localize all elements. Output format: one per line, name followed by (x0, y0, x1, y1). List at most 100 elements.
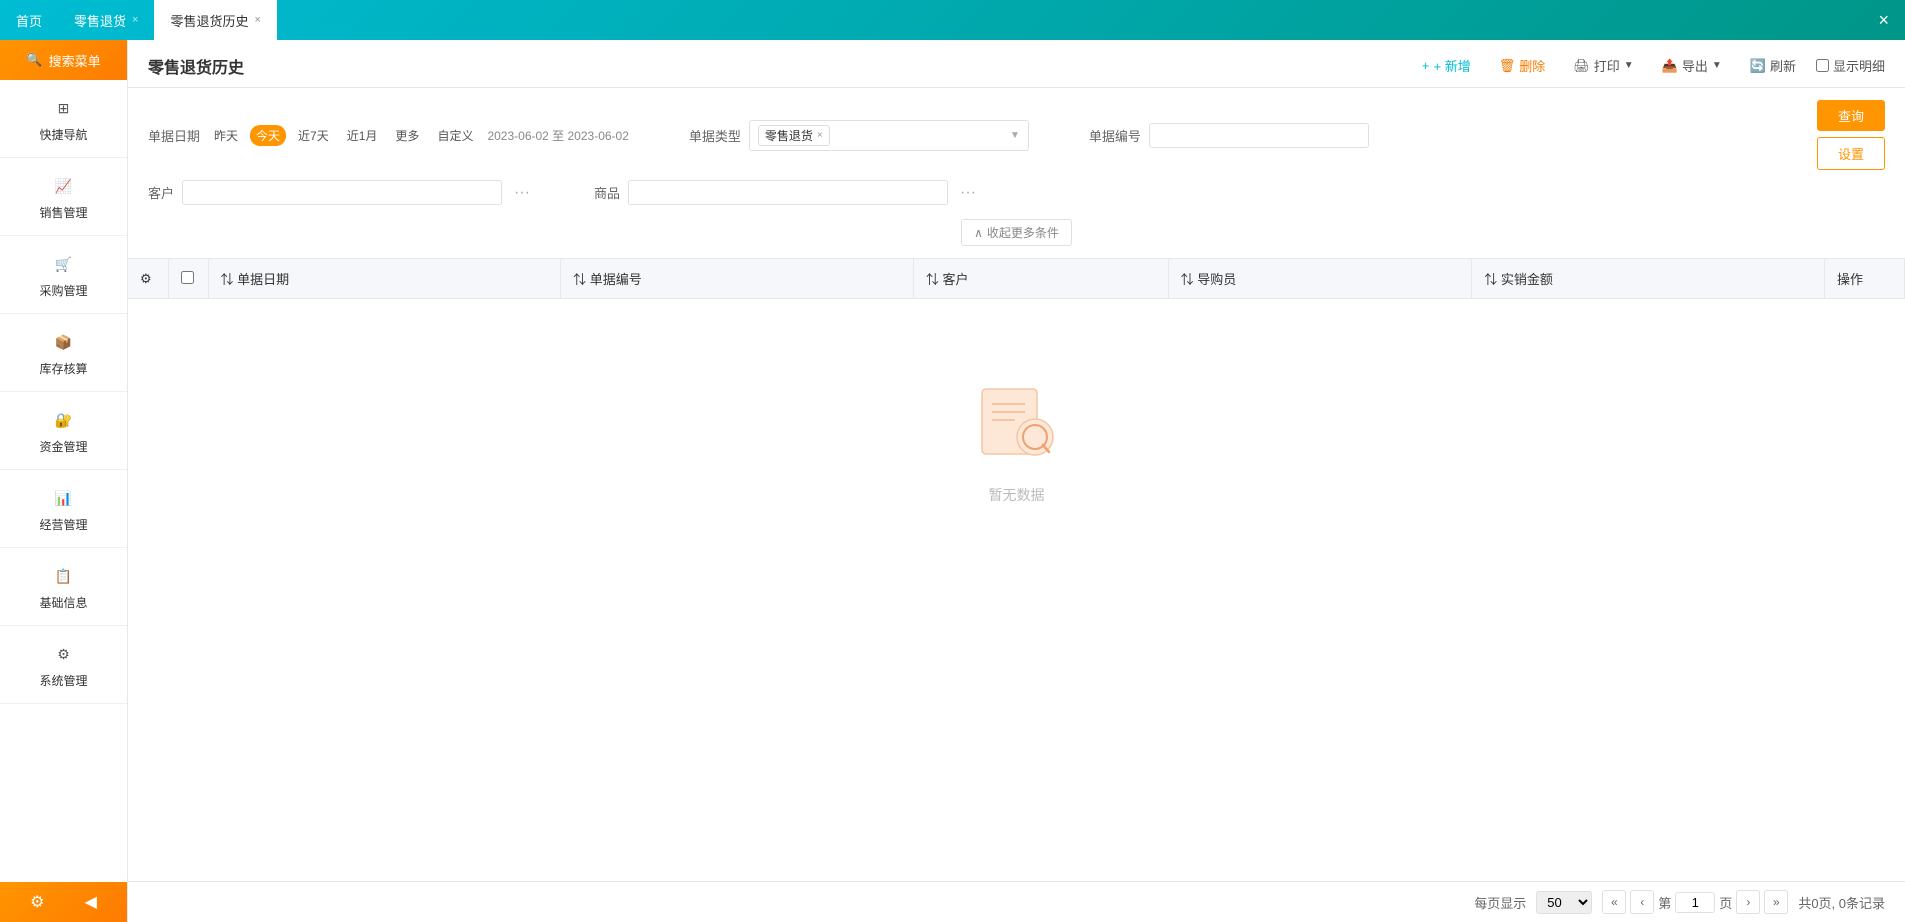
collapse-button[interactable]: ∧ 收起更多条件 (961, 219, 1072, 246)
show-detail-checkbox[interactable] (1816, 59, 1829, 72)
last-page-button[interactable]: » (1764, 890, 1788, 914)
doc-type-tag-close[interactable]: × (817, 130, 823, 141)
tab-retail-return[interactable]: 零售退货 × (58, 0, 154, 40)
filter-goods: 商品 ··· (594, 180, 980, 205)
doc-no-input[interactable] (1149, 123, 1369, 148)
top-bar: 首页 零售退货 × 零售退货历史 × × (0, 0, 1905, 40)
per-page-select[interactable]: 50 10 20 100 (1536, 891, 1592, 914)
refresh-button[interactable]: 🔄 刷新 (1742, 52, 1804, 79)
settings-button[interactable]: 设置 (1817, 137, 1885, 170)
date-opt-7days[interactable]: 近7天 (292, 125, 335, 146)
system-mgmt-icon: ⚙ (50, 640, 78, 668)
toolbar: + + 新增 🗑 删除 🖨 打印 ▼ 📤 导出 ▼ (1414, 52, 1885, 79)
export-icon: 📤 (1662, 58, 1678, 74)
goods-more-icon[interactable]: ··· (956, 184, 980, 202)
sidebar-item-purchase-mgmt-label: 采购管理 (39, 282, 87, 299)
table-header-amount[interactable]: ⇅ 实销金额 (1472, 259, 1825, 299)
sidebar-item-finance-label: 资金管理 (39, 438, 87, 455)
guide-col-label: ⇅ 导购员 (1181, 272, 1237, 287)
page-title: 零售退货历史 (148, 54, 244, 78)
sidebar-settings-icon[interactable]: ⚙ (30, 892, 44, 912)
export-chevron-icon: ▼ (1712, 60, 1722, 71)
empty-icon (967, 379, 1067, 469)
sidebar-item-finance[interactable]: 🔐 资金管理 (0, 392, 127, 470)
date-range-display: 2023-06-02 至 2023-06-02 (487, 127, 628, 144)
filter-area: 单据日期 昨天 今天 近7天 近1月 更多 自定义 2023-06-02 至 2… (128, 88, 1905, 259)
add-button[interactable]: + + 新增 (1414, 52, 1479, 79)
first-page-button[interactable]: « (1602, 890, 1626, 914)
date-filter-label: 单据日期 (148, 126, 200, 145)
table-container: ⚙ ⇅ 单据日期 ⇅ 单据编号 ⇅ 客户 (128, 259, 1905, 881)
filter-doc-type: 单据类型 零售退货 × ▼ (689, 120, 1029, 151)
query-button[interactable]: 查询 (1817, 100, 1885, 131)
date-opt-more[interactable]: 更多 (389, 125, 425, 146)
sidebar-item-sales-mgmt-label: 销售管理 (39, 204, 87, 221)
sidebar-item-quick-nav-label: 快捷导航 (39, 126, 87, 143)
basic-info-icon: 📋 (50, 562, 78, 590)
tab-retail-return-close[interactable]: × (132, 14, 138, 26)
sidebar-search[interactable]: 🔍 搜索菜单 (0, 40, 127, 80)
select-all-checkbox[interactable] (181, 271, 194, 284)
sidebar-item-inventory[interactable]: 📦 库存核算 (0, 314, 127, 392)
prev-page-button[interactable]: ‹ (1630, 890, 1654, 914)
sidebar-item-basic-info-label: 基础信息 (39, 594, 87, 611)
data-table: ⚙ ⇅ 单据日期 ⇅ 单据编号 ⇅ 客户 (128, 259, 1905, 299)
table-header-gear[interactable]: ⚙ (128, 259, 168, 299)
page-number-input[interactable] (1675, 892, 1715, 913)
doc-type-select[interactable]: 零售退货 × ▼ (749, 120, 1029, 151)
sidebar: 🔍 搜索菜单 ⊞ 快捷导航 📈 销售管理 🛒 采购管理 📦 库存核算 🔐 (0, 40, 128, 922)
tab-retail-return-history-close[interactable]: × (254, 14, 260, 26)
tab-home[interactable]: 首页 (0, 0, 58, 40)
total-text: 共0页, 0条记录 (1798, 893, 1885, 912)
sidebar-item-purchase-mgmt[interactable]: 🛒 采购管理 (0, 236, 127, 314)
export-button[interactable]: 📤 导出 ▼ (1654, 52, 1730, 79)
customer-input[interactable] (182, 180, 502, 205)
refresh-label: 刷新 (1770, 56, 1796, 75)
table-header-customer[interactable]: ⇅ 客户 (913, 259, 1168, 299)
sidebar-item-inventory-label: 库存核算 (39, 360, 87, 377)
table-header-guide[interactable]: ⇅ 导购员 (1168, 259, 1472, 299)
page-nav: « ‹ 第 页 › » (1602, 890, 1788, 914)
delete-icon: 🗑 (1499, 58, 1516, 74)
doc-no-label: 单据编号 (1089, 126, 1141, 145)
page-unit: 页 (1719, 893, 1732, 912)
date-opt-today[interactable]: 今天 (250, 125, 286, 146)
date-options: 昨天 今天 近7天 近1月 更多 自定义 (208, 125, 479, 146)
table-header-checkbox[interactable] (168, 259, 208, 299)
print-icon: 🖨 (1573, 58, 1590, 74)
tab-retail-return-history[interactable]: 零售退货历史 × (154, 0, 276, 40)
date-opt-custom[interactable]: 自定义 (431, 125, 479, 146)
table-header-doc-no[interactable]: ⇅ 单据编号 (561, 259, 914, 299)
customer-label: 客户 (148, 183, 174, 202)
customer-more-icon[interactable]: ··· (510, 184, 534, 202)
delete-button[interactable]: 🗑 删除 (1491, 52, 1554, 79)
date-opt-yesterday[interactable]: 昨天 (208, 125, 244, 146)
sidebar-collapse-icon[interactable]: ◀ (85, 892, 97, 912)
sidebar-item-basic-info[interactable]: 📋 基础信息 (0, 548, 127, 626)
table-header-row: ⚙ ⇅ 单据日期 ⇅ 单据编号 ⇅ 客户 (128, 259, 1905, 299)
print-button[interactable]: 🖨 打印 ▼ (1565, 52, 1641, 79)
goods-input[interactable] (628, 180, 948, 205)
purchase-mgmt-icon: 🛒 (50, 250, 78, 278)
filter-customer: 客户 ··· (148, 180, 534, 205)
sidebar-item-operations[interactable]: 📊 经营管理 (0, 470, 127, 548)
main-layout: 🔍 搜索菜单 ⊞ 快捷导航 📈 销售管理 🛒 采购管理 📦 库存核算 🔐 (0, 40, 1905, 922)
show-detail-checkbox-label[interactable]: 显示明细 (1816, 56, 1885, 75)
sidebar-item-system-mgmt[interactable]: ⚙ 系统管理 (0, 626, 127, 704)
sidebar-item-quick-nav[interactable]: ⊞ 快捷导航 (0, 80, 127, 158)
export-label: 导出 (1682, 56, 1708, 75)
table-header-date[interactable]: ⇅ 单据日期 (208, 259, 561, 299)
sidebar-item-sales-mgmt[interactable]: 📈 销售管理 (0, 158, 127, 236)
next-page-button[interactable]: › (1736, 890, 1760, 914)
quick-nav-icon: ⊞ (50, 94, 78, 122)
doc-type-tag: 零售退货 × (758, 125, 830, 146)
operations-icon: 📊 (50, 484, 78, 512)
page-text: 第 (1658, 893, 1671, 912)
show-detail-label: 显示明细 (1833, 56, 1885, 75)
window-close-button[interactable]: × (1862, 10, 1905, 31)
date-opt-1month[interactable]: 近1月 (341, 125, 384, 146)
table-header-ops: 操作 (1825, 259, 1905, 299)
doc-type-tag-label: 零售退货 (765, 127, 813, 144)
sidebar-search-label: 搜索菜单 (49, 51, 101, 70)
search-icon: 🔍 (26, 52, 42, 68)
